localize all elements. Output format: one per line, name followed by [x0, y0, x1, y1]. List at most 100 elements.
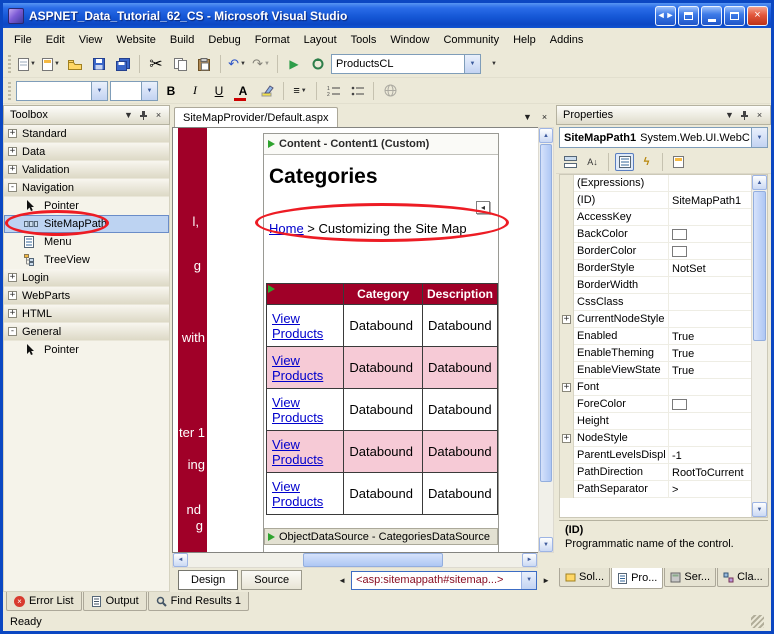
tag-navigator[interactable]: <asp:sitemappath#sitemap...> ▼ — [351, 571, 537, 590]
close-button[interactable]: × — [747, 6, 768, 26]
scroll-down-icon[interactable]: ▼ — [752, 502, 767, 517]
properties-scrollbar[interactable]: ▲ ▼ — [751, 175, 767, 517]
cut-button[interactable]: ✂ — [145, 53, 167, 75]
property-value[interactable] — [669, 396, 751, 413]
property-row[interactable]: EnableViewStateTrue — [560, 362, 751, 379]
view-products-link[interactable]: View Products — [272, 353, 323, 383]
save-button[interactable] — [88, 53, 110, 75]
property-row[interactable]: PathSeparator> — [560, 481, 751, 498]
properties-close-icon[interactable]: × — [752, 108, 767, 122]
open-file-button[interactable] — [64, 53, 86, 75]
tag-nav-left-icon[interactable]: ◄ — [336, 576, 348, 585]
undo-button[interactable]: ↶▼ — [226, 53, 248, 75]
property-value[interactable] — [669, 311, 751, 328]
menu-build[interactable]: Build — [163, 31, 201, 49]
property-pages-button[interactable] — [669, 153, 688, 171]
scroll-down-icon[interactable]: ▼ — [539, 537, 553, 552]
editor-vertical-scrollbar[interactable]: ▲ ▼ — [538, 127, 554, 553]
property-row[interactable]: Height — [560, 413, 751, 430]
property-row-font[interactable]: +Font — [560, 379, 751, 396]
property-row[interactable]: (Expressions) — [560, 175, 751, 192]
property-row[interactable]: BorderStyleNotSet — [560, 260, 751, 277]
menu-help[interactable]: Help — [506, 31, 543, 49]
scroll-up-icon[interactable]: ▲ — [752, 175, 767, 190]
property-value[interactable] — [669, 243, 751, 260]
property-row-bordercolor[interactable]: BorderColor — [560, 243, 751, 260]
property-row[interactable]: CssClass — [560, 294, 751, 311]
numbered-list-button[interactable]: 12 — [322, 80, 344, 102]
document-tab[interactable]: SiteMapProvider/Default.aspx — [174, 107, 338, 127]
property-value[interactable]: True — [669, 362, 751, 379]
font-color-button[interactable]: A — [232, 80, 254, 102]
bold-button[interactable]: B — [160, 80, 182, 102]
expand-icon[interactable]: + — [8, 129, 17, 138]
tab-properties[interactable]: Pro... — [611, 568, 663, 589]
toolbox-header[interactable]: Toolbox ▼ × — [3, 105, 170, 125]
toolbar-object-combo[interactable]: ProductsCL ▼ — [331, 54, 481, 74]
property-value[interactable]: > — [669, 481, 751, 498]
properties-view-button[interactable] — [615, 153, 634, 171]
combo-arrow-icon[interactable]: ▼ — [751, 128, 767, 147]
menu-edit[interactable]: Edit — [39, 31, 72, 49]
toolbox-close-icon[interactable]: × — [151, 108, 166, 122]
toolbox-pin-icon[interactable] — [136, 108, 151, 122]
toolbox-item-pointer[interactable]: Pointer — [4, 197, 169, 215]
menu-debug[interactable]: Debug — [201, 31, 247, 49]
save-all-button[interactable] — [112, 53, 134, 75]
font-size-combo[interactable]: ▼ — [110, 81, 158, 101]
toolbar-grip[interactable] — [8, 55, 11, 73]
menu-community[interactable]: Community — [436, 31, 506, 49]
expand-icon[interactable]: + — [8, 309, 17, 318]
start-debug-button[interactable]: ▶ — [283, 53, 305, 75]
dock-arrows-button[interactable]: ◄► — [655, 6, 676, 26]
menu-window[interactable]: Window — [383, 31, 436, 49]
title-bar[interactable]: ASPNET_Data_Tutorial_62_CS - Microsoft V… — [3, 3, 771, 28]
property-value[interactable] — [669, 379, 751, 396]
scroll-right-icon[interactable]: ► — [522, 553, 537, 567]
combo-arrow-icon[interactable]: ▼ — [464, 55, 480, 73]
object-selector-combo[interactable]: SiteMapPath1 System.Web.UI.WebC ▼ — [559, 127, 768, 148]
expand-icon[interactable]: + — [562, 434, 571, 443]
toolbox-item-pointer-general[interactable]: Pointer — [4, 341, 169, 359]
property-row[interactable]: EnableThemingTrue — [560, 345, 751, 362]
tab-list-icon[interactable]: ▼ — [520, 109, 535, 124]
property-value[interactable] — [669, 175, 751, 192]
property-row[interactable]: EnabledTrue — [560, 328, 751, 345]
copy-button[interactable] — [169, 53, 191, 75]
view-products-link[interactable]: View Products — [272, 437, 323, 467]
menu-view[interactable]: View — [72, 31, 110, 49]
expand-icon[interactable]: + — [562, 315, 571, 324]
sync-browser-button[interactable] — [307, 53, 329, 75]
vertical-scroll-thumb[interactable] — [753, 191, 766, 341]
toolbox-item-treeview[interactable]: TreeView — [4, 251, 169, 269]
property-value[interactable] — [669, 413, 751, 430]
expand-icon[interactable]: + — [8, 147, 17, 156]
menu-file[interactable]: File — [7, 31, 39, 49]
toolbox-section-navigation[interactable]: -Navigation — [4, 179, 169, 197]
collapse-icon[interactable]: - — [8, 183, 17, 192]
expand-icon[interactable]: + — [8, 291, 17, 300]
toolbox-section-html[interactable]: +HTML — [4, 305, 169, 323]
properties-menu-icon[interactable]: ▼ — [722, 108, 737, 122]
expand-icon[interactable]: + — [8, 165, 17, 174]
design-surface[interactable]: l, g with ter 1 ing nd g Content - Conte… — [172, 127, 538, 553]
collapse-icon[interactable]: - — [8, 327, 17, 336]
horizontal-scroll-thumb[interactable] — [303, 553, 443, 567]
property-row[interactable]: AccessKey — [560, 209, 751, 226]
combo-arrow-icon[interactable]: ▼ — [141, 82, 157, 100]
window-mode-button[interactable] — [678, 6, 699, 26]
alphabetical-button[interactable]: A↓ — [583, 153, 602, 171]
bullet-list-button[interactable] — [346, 80, 368, 102]
property-row-nodestyle[interactable]: +NodeStyle — [560, 430, 751, 447]
alignment-button[interactable]: ≡▼ — [289, 80, 311, 102]
close-document-icon[interactable]: × — [537, 109, 552, 124]
tag-navigator-dropdown-icon[interactable]: ▼ — [521, 572, 536, 589]
property-grid[interactable]: (Expressions) (ID)SiteMapPath1 AccessKey… — [559, 174, 768, 518]
source-view-button[interactable]: Source — [241, 570, 302, 590]
property-value[interactable] — [669, 226, 751, 243]
italic-button[interactable]: I — [184, 80, 206, 102]
toolbox-section-validation[interactable]: +Validation — [4, 161, 169, 179]
categorized-button[interactable] — [561, 153, 580, 171]
menu-tools[interactable]: Tools — [344, 31, 384, 49]
scroll-up-icon[interactable]: ▲ — [539, 128, 553, 143]
